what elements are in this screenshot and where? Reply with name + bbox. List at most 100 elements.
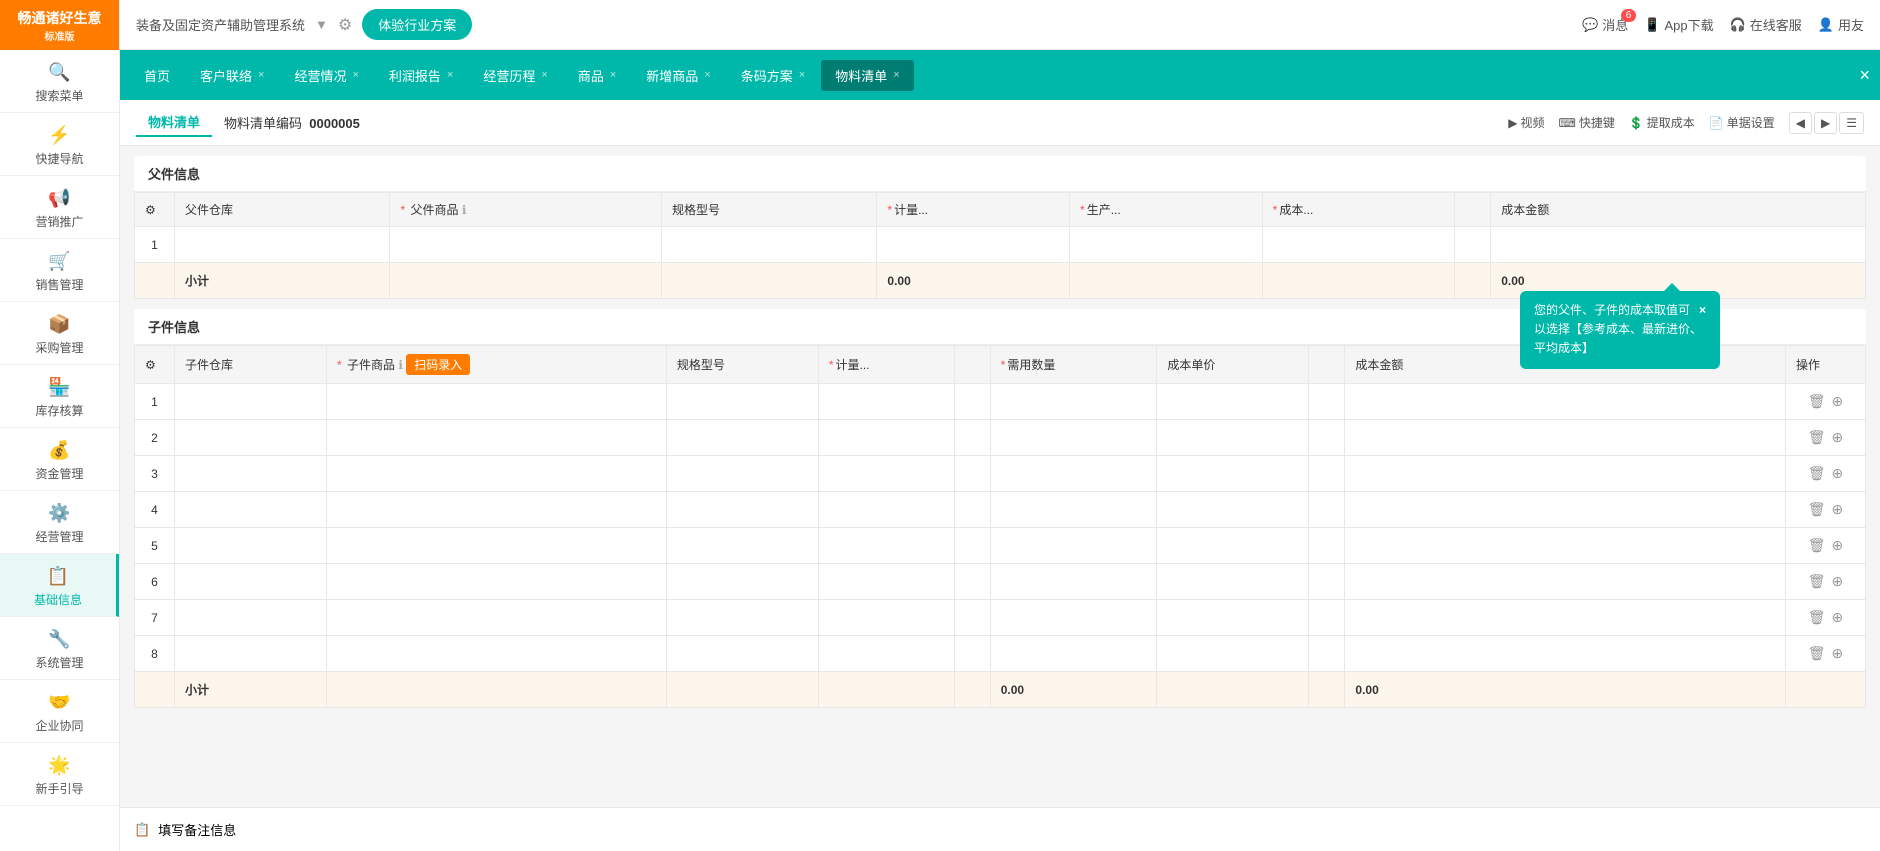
nav-tab-customer[interactable]: 客户联络 × xyxy=(186,60,278,91)
child-col-settings[interactable]: ⚙ xyxy=(135,346,175,384)
message-badge-item[interactable]: 💬 消息 6 xyxy=(1582,15,1628,34)
child-goods-cell-1[interactable] xyxy=(327,420,667,456)
child-quantity-cell-1[interactable] xyxy=(990,420,1157,456)
sidebar-item-search[interactable]: 🔍 搜索菜单 xyxy=(0,50,119,113)
nav-tab-newgoods[interactable]: 新增商品 × xyxy=(632,60,724,91)
child-quantity-cell-2[interactable] xyxy=(990,456,1157,492)
nav-tab-history[interactable]: 经营历程 × xyxy=(469,60,561,91)
close-all-button[interactable]: × xyxy=(1859,65,1870,86)
cost-action[interactable]: 💲 提取成本 xyxy=(1629,114,1695,131)
copy-icon[interactable]: ⊕ xyxy=(1832,573,1844,590)
child-goods-cell-0[interactable] xyxy=(327,384,667,420)
tooltip-close[interactable]: × xyxy=(1699,301,1706,320)
child-quantity-cell-6[interactable] xyxy=(990,600,1157,636)
child-spec-cell-7[interactable] xyxy=(666,636,818,672)
scan-button[interactable]: 扫码录入 xyxy=(406,354,470,375)
nav-tab-operations-close[interactable]: × xyxy=(352,69,358,81)
copy-icon[interactable]: ⊕ xyxy=(1832,429,1844,446)
child-warehouse-cell-7[interactable] xyxy=(175,636,327,672)
child-spec-cell-3[interactable] xyxy=(666,492,818,528)
child-unitcost-cell-4[interactable] xyxy=(1157,528,1309,564)
child-unitcost-cell-0[interactable] xyxy=(1157,384,1309,420)
sidebar-item-inventory[interactable]: 🏪 库存核算 xyxy=(0,365,119,428)
child-goods-cell-5[interactable] xyxy=(327,564,667,600)
child-unitcost-cell-6[interactable] xyxy=(1157,600,1309,636)
setting-action[interactable]: 📄 单据设置 xyxy=(1709,114,1775,131)
child-quantity-cell-0[interactable] xyxy=(990,384,1157,420)
dropdown-icon[interactable]: ▼ xyxy=(315,17,328,32)
parent-warehouse-cell[interactable] xyxy=(175,227,390,263)
child-quantity-cell-3[interactable] xyxy=(990,492,1157,528)
parent-prod-cell[interactable] xyxy=(1070,227,1263,263)
copy-icon[interactable]: ⊕ xyxy=(1832,645,1844,662)
child-goods-cell-7[interactable] xyxy=(327,636,667,672)
delete-icon[interactable]: 🗑 xyxy=(1808,573,1826,590)
nav-tab-goods[interactable]: 商品 × xyxy=(564,60,630,91)
nav-tab-newgoods-close[interactable]: × xyxy=(704,69,710,81)
child-warehouse-cell-2[interactable] xyxy=(175,456,327,492)
child-unit-cell-2[interactable] xyxy=(818,456,954,492)
child-unit-cell-4[interactable] xyxy=(818,528,954,564)
child-warehouse-cell-5[interactable] xyxy=(175,564,327,600)
copy-icon[interactable]: ⊕ xyxy=(1832,537,1844,554)
delete-icon[interactable]: 🗑 xyxy=(1808,501,1826,518)
delete-icon[interactable]: 🗑 xyxy=(1808,429,1826,446)
copy-icon[interactable]: ⊕ xyxy=(1832,465,1844,482)
list-view-button[interactable]: ☰ xyxy=(1839,112,1864,134)
parent-goods-cell[interactable] xyxy=(390,227,661,263)
nav-tab-operations[interactable]: 经营情况 × xyxy=(280,60,372,91)
nav-tab-profit[interactable]: 利润报告 × xyxy=(375,60,467,91)
nav-tab-profit-close[interactable]: × xyxy=(447,69,453,81)
child-quantity-cell-7[interactable] xyxy=(990,636,1157,672)
child-goods-cell-6[interactable] xyxy=(327,600,667,636)
child-unit-cell-6[interactable] xyxy=(818,600,954,636)
parent-unit-cell[interactable] xyxy=(877,227,1070,263)
nav-tab-goods-close[interactable]: × xyxy=(610,69,616,81)
parent-spec-cell[interactable] xyxy=(661,227,876,263)
child-goods-cell-2[interactable] xyxy=(327,456,667,492)
delete-icon[interactable]: 🗑 xyxy=(1808,609,1826,626)
child-unit-cell-0[interactable] xyxy=(818,384,954,420)
sidebar-item-marketing[interactable]: 📢 营销推广 xyxy=(0,176,119,239)
delete-icon[interactable]: 🗑 xyxy=(1808,645,1826,662)
sidebar-item-newguide[interactable]: 🌟 新手引导 xyxy=(0,743,119,806)
child-warehouse-cell-4[interactable] xyxy=(175,528,327,564)
child-unitcost-cell-5[interactable] xyxy=(1157,564,1309,600)
child-spec-cell-4[interactable] xyxy=(666,528,818,564)
child-unitcost-cell-2[interactable] xyxy=(1157,456,1309,492)
child-goods-cell-3[interactable] xyxy=(327,492,667,528)
parent-cost-cell[interactable] xyxy=(1262,227,1455,263)
app-download-item[interactable]: 📱 App下载 xyxy=(1644,15,1713,34)
child-spec-cell-1[interactable] xyxy=(666,420,818,456)
gear-icon[interactable]: ⚙ xyxy=(338,15,352,35)
child-unitcost-cell-3[interactable] xyxy=(1157,492,1309,528)
child-warehouse-cell-6[interactable] xyxy=(175,600,327,636)
sidebar-item-enterprise[interactable]: 🤝 企业协同 xyxy=(0,680,119,743)
try-button[interactable]: 体验行业方案 xyxy=(362,9,472,40)
child-goods-cell-4[interactable] xyxy=(327,528,667,564)
child-unit-cell-7[interactable] xyxy=(818,636,954,672)
shortcut-action[interactable]: ⌨ 快捷键 xyxy=(1558,114,1614,131)
sidebar-item-purchase[interactable]: 📦 采购管理 xyxy=(0,302,119,365)
nav-tab-bom-close[interactable]: × xyxy=(893,69,899,81)
sidebar-item-sales[interactable]: 🛒 销售管理 xyxy=(0,239,119,302)
delete-icon[interactable]: 🗑 xyxy=(1808,465,1826,482)
copy-icon[interactable]: ⊕ xyxy=(1832,393,1844,410)
nav-tab-barcode[interactable]: 条码方案 × xyxy=(727,60,819,91)
parent-col-settings[interactable]: ⚙ xyxy=(135,193,175,227)
child-spec-cell-6[interactable] xyxy=(666,600,818,636)
child-quantity-cell-5[interactable] xyxy=(990,564,1157,600)
sidebar-item-basicinfo[interactable]: 📋 基础信息 xyxy=(0,554,119,617)
child-spec-cell-0[interactable] xyxy=(666,384,818,420)
sidebar-item-operations[interactable]: ⚙️ 经营管理 xyxy=(0,491,119,554)
child-warehouse-cell-3[interactable] xyxy=(175,492,327,528)
nav-tab-customer-close[interactable]: × xyxy=(258,69,264,81)
service-item[interactable]: 🎧 在线客服 xyxy=(1730,15,1802,34)
prev-button[interactable]: ◀ xyxy=(1789,112,1812,134)
child-unitcost-cell-7[interactable] xyxy=(1157,636,1309,672)
video-action[interactable]: ▶ 视频 xyxy=(1508,114,1544,131)
sidebar-item-system[interactable]: 🔧 系统管理 xyxy=(0,617,119,680)
child-unitcost-cell-1[interactable] xyxy=(1157,420,1309,456)
subheader-tab-bom[interactable]: 物料清单 xyxy=(136,108,212,137)
delete-icon[interactable]: 🗑 xyxy=(1808,537,1826,554)
